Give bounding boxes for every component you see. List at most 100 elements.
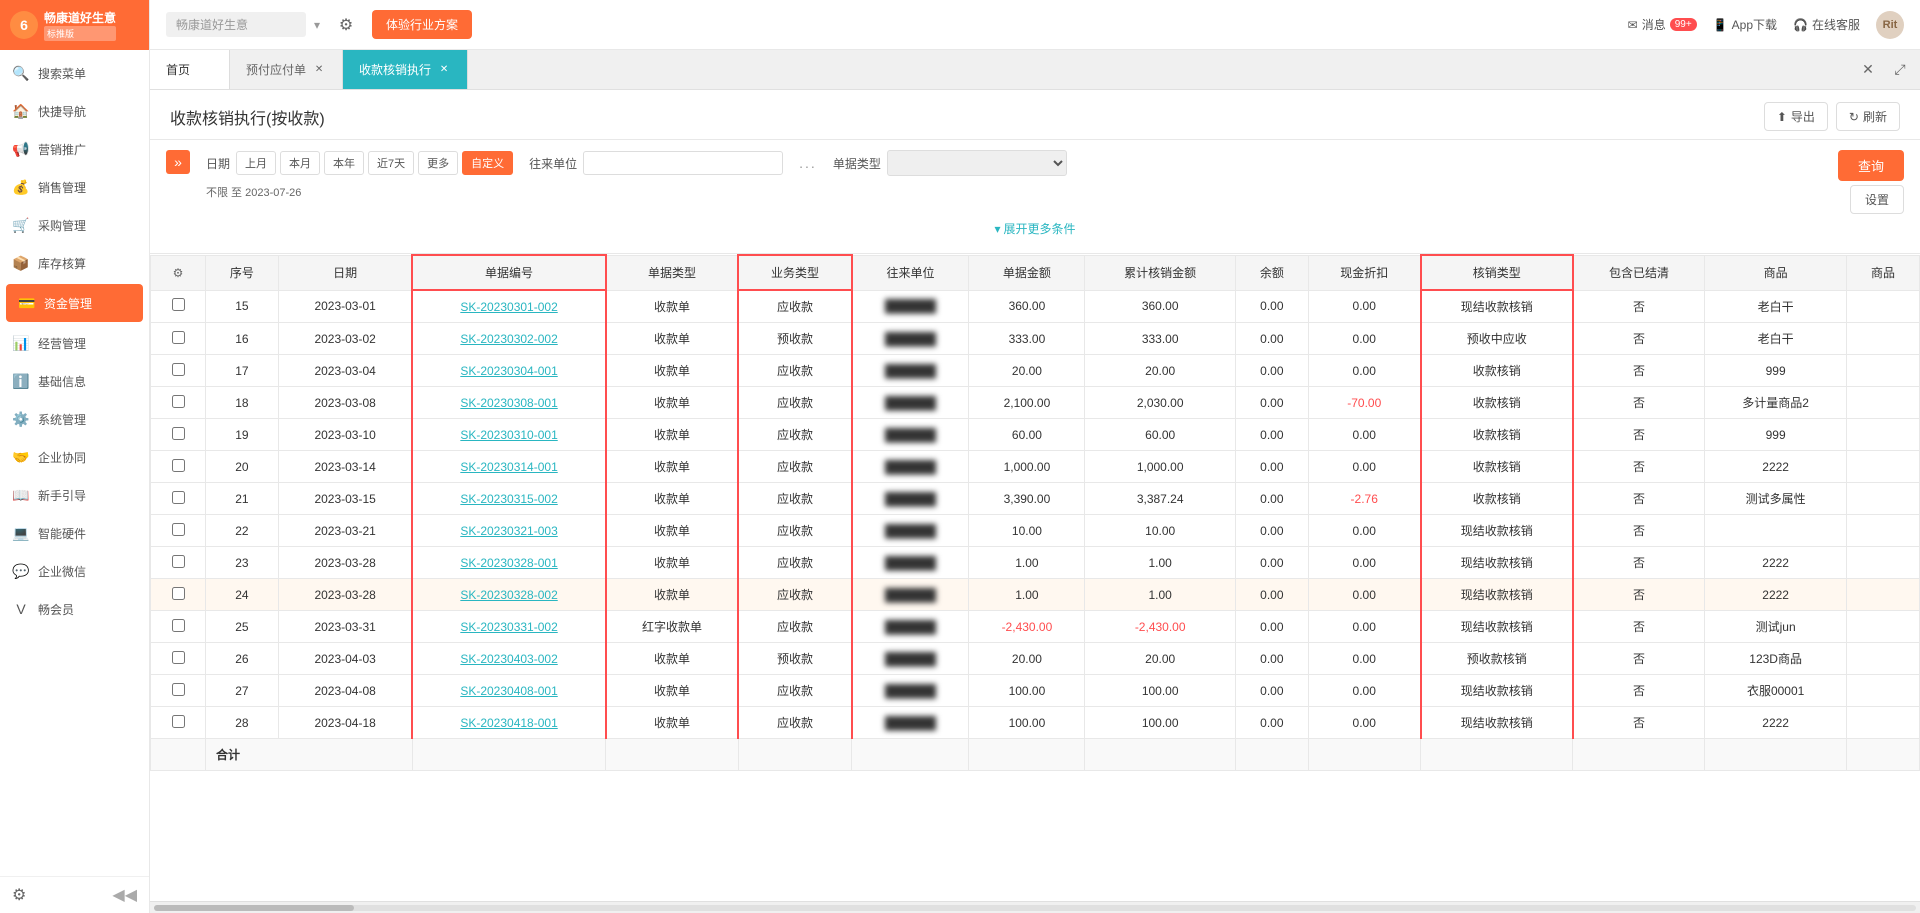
row-checkbox[interactable] — [172, 651, 185, 664]
row-checkbox[interactable] — [172, 427, 185, 440]
app-download-button[interactable]: 📱 App下载 — [1713, 16, 1777, 33]
sidebar-item-guide[interactable]: 📖 新手引导 — [0, 476, 149, 514]
collapse-icon[interactable]: ◀◀ — [112, 885, 137, 905]
tab-close-all-icon[interactable]: ✕ — [1856, 58, 1880, 82]
sidebar-item-vip[interactable]: V 畅会员 — [0, 590, 149, 628]
tab-home[interactable]: 首页 — [150, 50, 230, 89]
cell-bill-no[interactable]: SK-20230321-003 — [412, 515, 605, 547]
cell-checkbox[interactable] — [151, 515, 206, 547]
row-checkbox[interactable] — [172, 555, 185, 568]
column-settings-icon[interactable]: ⚙ — [173, 266, 184, 280]
cell-checkbox[interactable] — [151, 579, 206, 611]
sidebar-item-shortcut[interactable]: 🏠 快捷导航 — [0, 92, 149, 130]
sidebar-item-purchase[interactable]: 🛒 采购管理 — [0, 206, 149, 244]
cell-bill-no[interactable]: SK-20230302-002 — [412, 323, 605, 355]
tab-maximize-icon[interactable]: ⤢ — [1888, 58, 1912, 82]
date-btn-this-month[interactable]: 本月 — [280, 151, 320, 175]
table-row[interactable]: 22 2023-03-21 SK-20230321-003 收款单 应收款 ██… — [151, 515, 1920, 547]
refresh-button[interactable]: ↻ 刷新 — [1836, 102, 1900, 131]
table-row[interactable]: 18 2023-03-08 SK-20230308-001 收款单 应收款 ██… — [151, 387, 1920, 419]
th-gear[interactable]: ⚙ — [151, 255, 206, 290]
cell-checkbox[interactable] — [151, 290, 206, 323]
export-button[interactable]: ⬆ 导出 — [1764, 102, 1828, 131]
settings-icon[interactable]: ⚙ — [12, 885, 26, 905]
topbar-gear-button[interactable]: ⚙ — [332, 11, 360, 39]
cell-checkbox[interactable] — [151, 643, 206, 675]
table-row[interactable]: 23 2023-03-28 SK-20230328-001 收款单 应收款 ██… — [151, 547, 1920, 579]
date-btn-this-year[interactable]: 本年 — [324, 151, 364, 175]
sidebar-item-hardware[interactable]: 💻 智能硬件 — [0, 514, 149, 552]
cell-checkbox[interactable] — [151, 355, 206, 387]
cell-bill-no[interactable]: SK-20230331-002 — [412, 611, 605, 643]
table-row[interactable]: 15 2023-03-01 SK-20230301-002 收款单 应收款 ██… — [151, 290, 1920, 323]
cell-bill-no[interactable]: SK-20230328-002 — [412, 579, 605, 611]
filter-settings-button[interactable]: 设置 — [1850, 185, 1904, 214]
cell-bill-no[interactable]: SK-20230408-001 — [412, 675, 605, 707]
tab-prepay-close-icon[interactable]: ✕ — [312, 63, 326, 77]
sidebar-item-marketing[interactable]: 📢 营销推广 — [0, 130, 149, 168]
cell-checkbox[interactable] — [151, 707, 206, 739]
dropdown-arrow-icon[interactable]: ▾ — [314, 18, 320, 32]
table-wrapper[interactable]: ⚙ 序号 日期 单据编号 单据类型 业务类型 往来单位 单据金额 累计核销金额 … — [150, 254, 1920, 901]
row-checkbox[interactable] — [172, 459, 185, 472]
sidebar-item-inventory[interactable]: 📦 库存核算 — [0, 244, 149, 282]
sidebar-item-sales[interactable]: 💰 销售管理 — [0, 168, 149, 206]
table-row[interactable]: 17 2023-03-04 SK-20230304-001 收款单 应收款 ██… — [151, 355, 1920, 387]
sidebar-item-search[interactable]: 🔍 搜索菜单 — [0, 54, 149, 92]
cell-bill-no[interactable]: SK-20230328-001 — [412, 547, 605, 579]
table-row[interactable]: 26 2023-04-03 SK-20230403-002 收款单 预收款 ██… — [151, 643, 1920, 675]
cell-bill-no[interactable]: SK-20230418-001 — [412, 707, 605, 739]
cell-checkbox[interactable] — [151, 611, 206, 643]
message-button[interactable]: ✉ 消息 99+ — [1628, 16, 1697, 33]
cell-bill-no[interactable]: SK-20230301-002 — [412, 290, 605, 323]
cell-checkbox[interactable] — [151, 323, 206, 355]
table-row[interactable]: 21 2023-03-15 SK-20230315-002 收款单 应收款 ██… — [151, 483, 1920, 515]
cell-checkbox[interactable] — [151, 451, 206, 483]
tab-collection[interactable]: 收款核销执行 ✕ — [343, 50, 468, 89]
solution-button[interactable]: 体验行业方案 — [372, 10, 472, 39]
sidebar-item-base[interactable]: ℹ️ 基础信息 — [0, 362, 149, 400]
row-checkbox[interactable] — [172, 523, 185, 536]
date-btn-7days[interactable]: 近7天 — [368, 151, 414, 175]
row-checkbox[interactable] — [172, 491, 185, 504]
cell-bill-no[interactable]: SK-20230314-001 — [412, 451, 605, 483]
row-checkbox[interactable] — [172, 331, 185, 344]
row-checkbox[interactable] — [172, 683, 185, 696]
cell-checkbox[interactable] — [151, 675, 206, 707]
filter-expand-arrow[interactable]: » — [166, 150, 190, 174]
cell-bill-no[interactable]: SK-20230315-002 — [412, 483, 605, 515]
sidebar-item-operation[interactable]: 📊 经营管理 — [0, 324, 149, 362]
table-row[interactable]: 24 2023-03-28 SK-20230328-002 收款单 应收款 ██… — [151, 579, 1920, 611]
cell-checkbox[interactable] — [151, 419, 206, 451]
table-row[interactable]: 16 2023-03-02 SK-20230302-002 收款单 预收款 ██… — [151, 323, 1920, 355]
date-btn-custom[interactable]: 自定义 — [462, 151, 513, 175]
cell-bill-no[interactable]: SK-20230403-002 — [412, 643, 605, 675]
cell-bill-no[interactable]: SK-20230304-001 — [412, 355, 605, 387]
online-service-button[interactable]: 🎧 在线客服 — [1793, 16, 1860, 33]
sidebar-item-corp[interactable]: 🤝 企业协同 — [0, 438, 149, 476]
counterpart-input[interactable] — [583, 151, 783, 175]
horizontal-scrollbar[interactable] — [150, 901, 1920, 913]
row-checkbox[interactable] — [172, 395, 185, 408]
avatar[interactable]: Rit — [1876, 11, 1904, 39]
cell-checkbox[interactable] — [151, 547, 206, 579]
sidebar-item-finance[interactable]: 💳 资金管理 — [6, 284, 143, 322]
row-checkbox[interactable] — [172, 619, 185, 632]
scrollbar-thumb[interactable] — [154, 905, 354, 911]
tab-prepay[interactable]: 预付应付单 ✕ — [230, 50, 343, 89]
sidebar-item-system[interactable]: ⚙️ 系统管理 — [0, 400, 149, 438]
sidebar-item-wechat[interactable]: 💬 企业微信 — [0, 552, 149, 590]
date-btn-more[interactable]: 更多 — [418, 151, 458, 175]
row-checkbox[interactable] — [172, 298, 185, 311]
row-checkbox[interactable] — [172, 715, 185, 728]
table-row[interactable]: 27 2023-04-08 SK-20230408-001 收款单 应收款 ██… — [151, 675, 1920, 707]
expand-more-button[interactable]: ▾ 展开更多条件 — [994, 220, 1075, 237]
tab-collection-close-icon[interactable]: ✕ — [437, 63, 451, 77]
table-row[interactable]: 19 2023-03-10 SK-20230310-001 收款单 应收款 ██… — [151, 419, 1920, 451]
table-row[interactable]: 25 2023-03-31 SK-20230331-002 红字收款单 应收款 … — [151, 611, 1920, 643]
cell-checkbox[interactable] — [151, 483, 206, 515]
table-row[interactable]: 20 2023-03-14 SK-20230314-001 收款单 应收款 ██… — [151, 451, 1920, 483]
date-btn-last-month[interactable]: 上月 — [236, 151, 276, 175]
cell-checkbox[interactable] — [151, 387, 206, 419]
table-row[interactable]: 28 2023-04-18 SK-20230418-001 收款单 应收款 ██… — [151, 707, 1920, 739]
